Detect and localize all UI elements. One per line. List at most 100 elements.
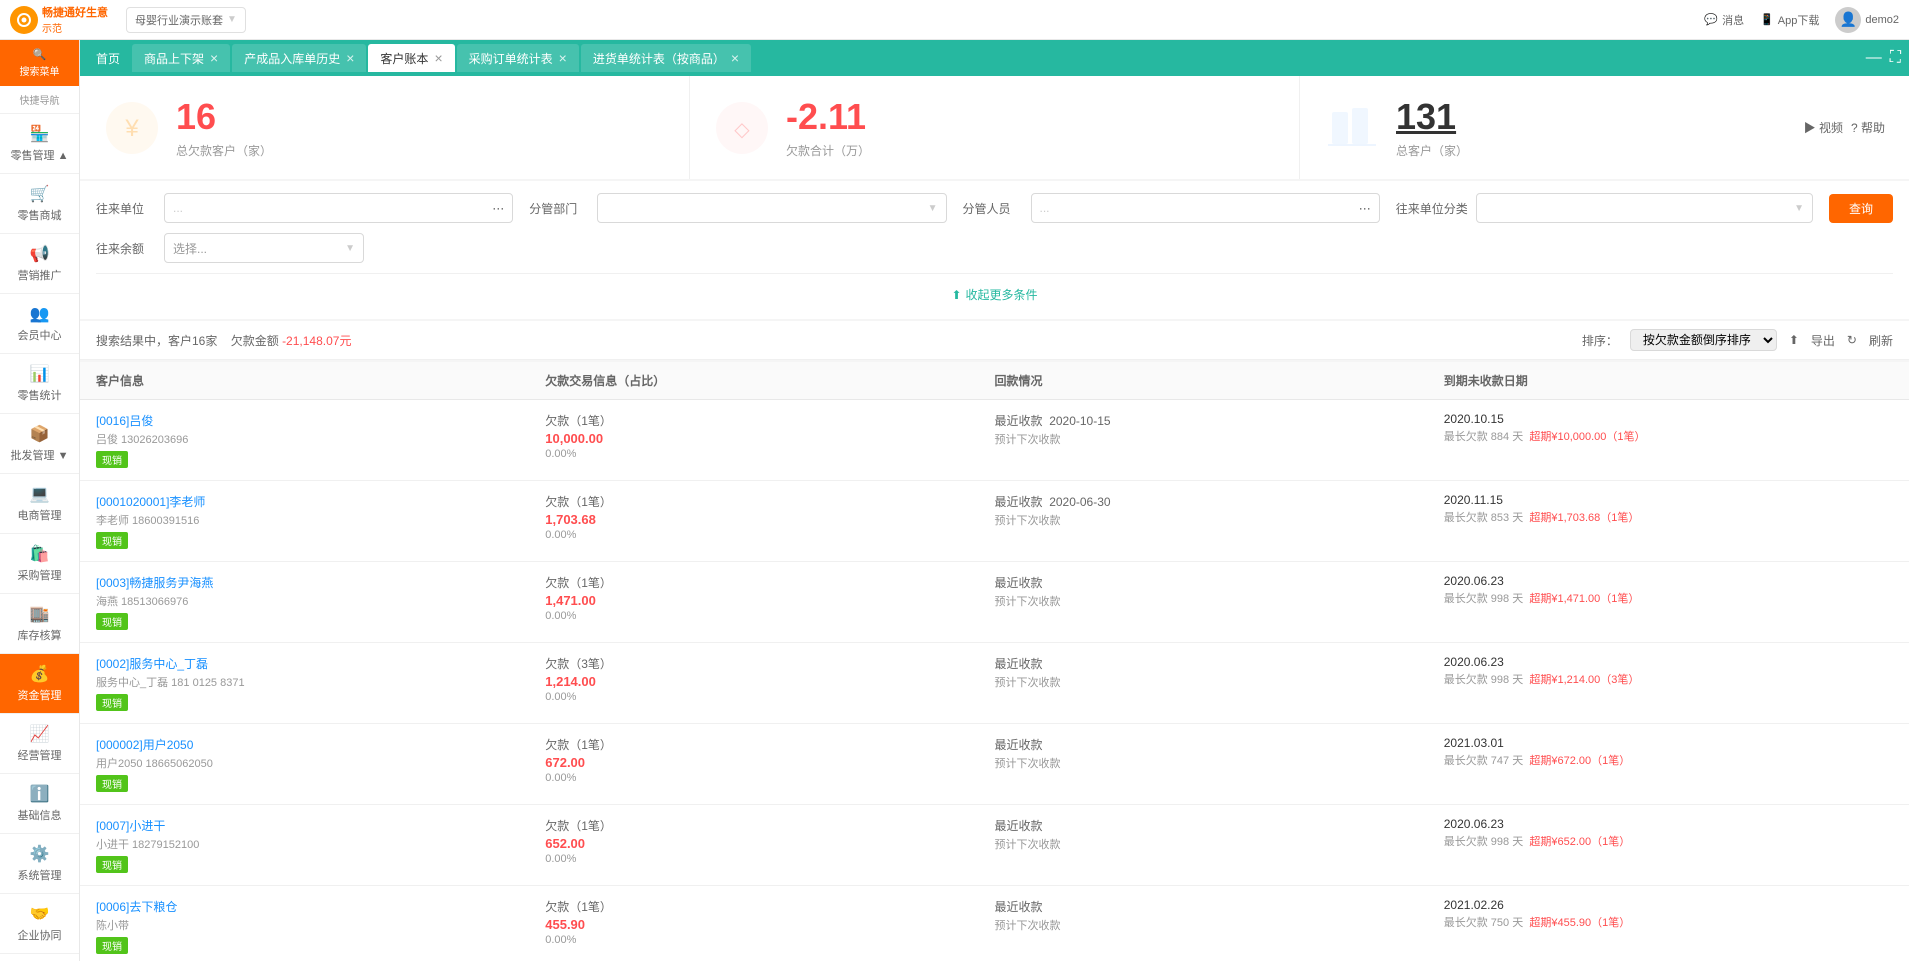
customer-name-2[interactable]: [0003]畅捷服务尹海燕 (96, 574, 545, 591)
sidebar-item-newbie[interactable]: 🎯 新手引导 (0, 954, 79, 961)
overdue-link-0[interactable]: 超期¥10,000.00（1笔） (1529, 431, 1645, 443)
overdue-link-3[interactable]: 超期¥1,214.00（3笔） (1529, 674, 1639, 686)
sidebar-search[interactable]: 🔍 搜索菜单 (0, 40, 79, 86)
debt-count-5: 欠款（1笔） (545, 817, 994, 834)
dept-input[interactable]: ▼ (597, 193, 946, 223)
sidebar-item-enterprise[interactable]: 🤝 企业协同 (0, 894, 79, 954)
refresh-btn[interactable]: 刷新 (1869, 332, 1893, 349)
sidebar-item-retail-store[interactable]: 🛒 零售商城 (0, 174, 79, 234)
overdue-days-4: 最长欠款 747 天 超期¥672.00（1笔） (1444, 752, 1893, 768)
customer-name-4[interactable]: [000002]用户2050 (96, 736, 545, 753)
customer-name-5[interactable]: [0007]小进干 (96, 817, 545, 834)
filter-unit-category: 往来单位分类 ▼ (1396, 193, 1813, 223)
overdue-cell-6: 2021.02.26 最长欠款 750 天 超期¥455.90（1笔） (1444, 898, 1893, 930)
debt-amount-4[interactable]: 672.00 (545, 755, 994, 770)
tab-production-history[interactable]: 产成品入库单历史 × (232, 44, 366, 72)
system-icon: ⚙️ (30, 844, 50, 864)
tab-home[interactable]: 首页 (84, 50, 132, 67)
person-input[interactable]: ... ··· (1031, 193, 1380, 223)
debt-amount-0[interactable]: 10,000.00 (545, 431, 994, 446)
tab-purchase-goods[interactable]: 进货单统计表（按商品） × (581, 44, 751, 72)
customer-name-6[interactable]: [0006]去下粮仓 (96, 898, 545, 915)
help-btn[interactable]: ? 帮助 (1851, 119, 1885, 136)
retail-mgmt-icon: 🏪 (30, 124, 50, 144)
tab-close-customer[interactable]: × (434, 50, 442, 66)
debt-amount-3[interactable]: 1,214.00 (545, 674, 994, 689)
message-btn[interactable]: 💬 消息 (1704, 12, 1744, 28)
sidebar-item-basic-info[interactable]: ℹ️ 基础信息 (0, 774, 79, 834)
tab-customer-account[interactable]: 客户账本 × (368, 44, 454, 72)
table-row: [000002]用户2050 用户2050 18665062050 现销 欠款（… (80, 724, 1909, 805)
sidebar-item-marketing[interactable]: 📢 营销推广 (0, 234, 79, 294)
customer-name-1[interactable]: [0001020001]李老师 (96, 493, 545, 510)
source-unit-input[interactable]: ... ··· (164, 193, 513, 223)
tab-close-products[interactable]: × (210, 50, 218, 66)
unit-category-input[interactable]: ▼ (1476, 193, 1813, 223)
sidebar-item-inventory[interactable]: 🏬 库存核算 (0, 594, 79, 654)
debt-percent-5: 0.00% (545, 853, 994, 865)
sidebar-item-retail-stats[interactable]: 📊 零售统计 (0, 354, 79, 414)
export-icon: ⬆ (1789, 333, 1799, 347)
collapse-btn[interactable]: ⬆ 收起更多条件 (96, 282, 1893, 307)
person-dots: ··· (1359, 201, 1371, 215)
stat-icon-customers: ¥ (104, 100, 160, 156)
search-button[interactable]: 查询 (1829, 194, 1893, 223)
overdue-link-2[interactable]: 超期¥1,471.00（1笔） (1529, 593, 1639, 605)
tab-products[interactable]: 商品上下架 × (132, 44, 230, 72)
debt-amount-5[interactable]: 652.00 (545, 836, 994, 851)
avatar: 👤 (1835, 7, 1861, 33)
store-selector[interactable]: 母婴行业演示账套 ▼ (126, 7, 246, 33)
filter-source-unit: 往来单位 ... ··· (96, 193, 513, 223)
user-avatar-btn[interactable]: 👤 demo2 (1835, 7, 1899, 33)
sidebar-item-retail-mgmt[interactable]: 🏪 零售管理 ▲ (0, 114, 79, 174)
debt-count-3: 欠款（3笔） (545, 655, 994, 672)
customer-name-3[interactable]: [0002]服务中心_丁磊 (96, 655, 545, 672)
app-download-btn[interactable]: 📱 App下载 (1760, 12, 1819, 28)
sidebar-item-operations[interactable]: 📈 经营管理 (0, 714, 79, 774)
export-btn[interactable]: 导出 (1811, 332, 1835, 349)
sidebar-item-quick-nav[interactable]: 零售管理 快捷导航 (0, 86, 79, 114)
stat-info-customers: 16 总欠款客户（家） (176, 96, 272, 159)
debt-amount-1[interactable]: 1,703.68 (545, 512, 994, 527)
overdue-date-4: 2021.03.01 (1444, 736, 1893, 750)
member-icon: 👥 (30, 304, 50, 324)
stat-value-customers: 16 (176, 96, 272, 138)
logo-text: 畅捷通好生意 示范 (42, 4, 108, 35)
debt-amount-6[interactable]: 455.90 (545, 917, 994, 932)
customer-cell-2: [0003]畅捷服务尹海燕 海燕 18513066976 现销 (96, 574, 545, 630)
sidebar-item-member[interactable]: 👥 会员中心 (0, 294, 79, 354)
overdue-link-1[interactable]: 超期¥1,703.68（1笔） (1529, 512, 1639, 524)
tab-maximize-btn[interactable]: ⛶ (1890, 49, 1901, 67)
sort-select[interactable]: 按欠款金额倒序排序 (1630, 329, 1777, 351)
tab-close-goods[interactable]: × (731, 50, 739, 66)
sidebar-item-finance[interactable]: 💰 资金管理 (0, 654, 79, 714)
phone-icon: 📱 (1760, 13, 1774, 26)
refresh-icon: ↻ (1847, 333, 1857, 347)
recovery-cell-4: 最近收款 预计下次收款 (995, 736, 1444, 771)
filter-dept: 分管部门 ▼ (529, 193, 946, 223)
overdue-days-1: 最长欠款 853 天 超期¥1,703.68（1笔） (1444, 509, 1893, 525)
ecommerce-icon: 💻 (30, 484, 50, 504)
results-info: 搜索结果中，客户16家 欠款金额 -21,148.07元 (96, 332, 351, 349)
balance-input[interactable]: 选择... ▼ (164, 233, 364, 263)
sidebar-item-ecommerce[interactable]: 💻 电商管理 (0, 474, 79, 534)
debt-amount-2[interactable]: 1,471.00 (545, 593, 994, 608)
debt-count-1: 欠款（1笔） (545, 493, 994, 510)
sidebar-item-system[interactable]: ⚙️ 系统管理 (0, 834, 79, 894)
collapse-icon: ⬆ (951, 288, 961, 302)
sidebar-item-batch-mgmt[interactable]: 📦 批发管理 ▼ (0, 414, 79, 474)
video-btn[interactable]: ▶ 视频 (1804, 119, 1843, 136)
tab-close-purchase[interactable]: × (559, 50, 567, 66)
overdue-link-6[interactable]: 超期¥455.90（1笔） (1529, 917, 1630, 929)
sidebar-item-purchase[interactable]: 🛍️ 采购管理 (0, 534, 79, 594)
stat-label-amount: 欠款合计（万） (786, 142, 870, 159)
debt-percent-0: 0.00% (545, 448, 994, 460)
customer-name-0[interactable]: [0016]吕俊 (96, 412, 545, 429)
customer-cell-5: [0007]小进干 小进干 18279152100 现销 (96, 817, 545, 873)
tab-minimize-btn[interactable]: — (1866, 49, 1882, 67)
debt-percent-6: 0.00% (545, 934, 994, 946)
overdue-link-4[interactable]: 超期¥672.00（1笔） (1529, 755, 1630, 767)
tab-purchase-stats[interactable]: 采购订单统计表 × (457, 44, 579, 72)
tab-close-production[interactable]: × (346, 50, 354, 66)
overdue-link-5[interactable]: 超期¥652.00（1笔） (1529, 836, 1630, 848)
